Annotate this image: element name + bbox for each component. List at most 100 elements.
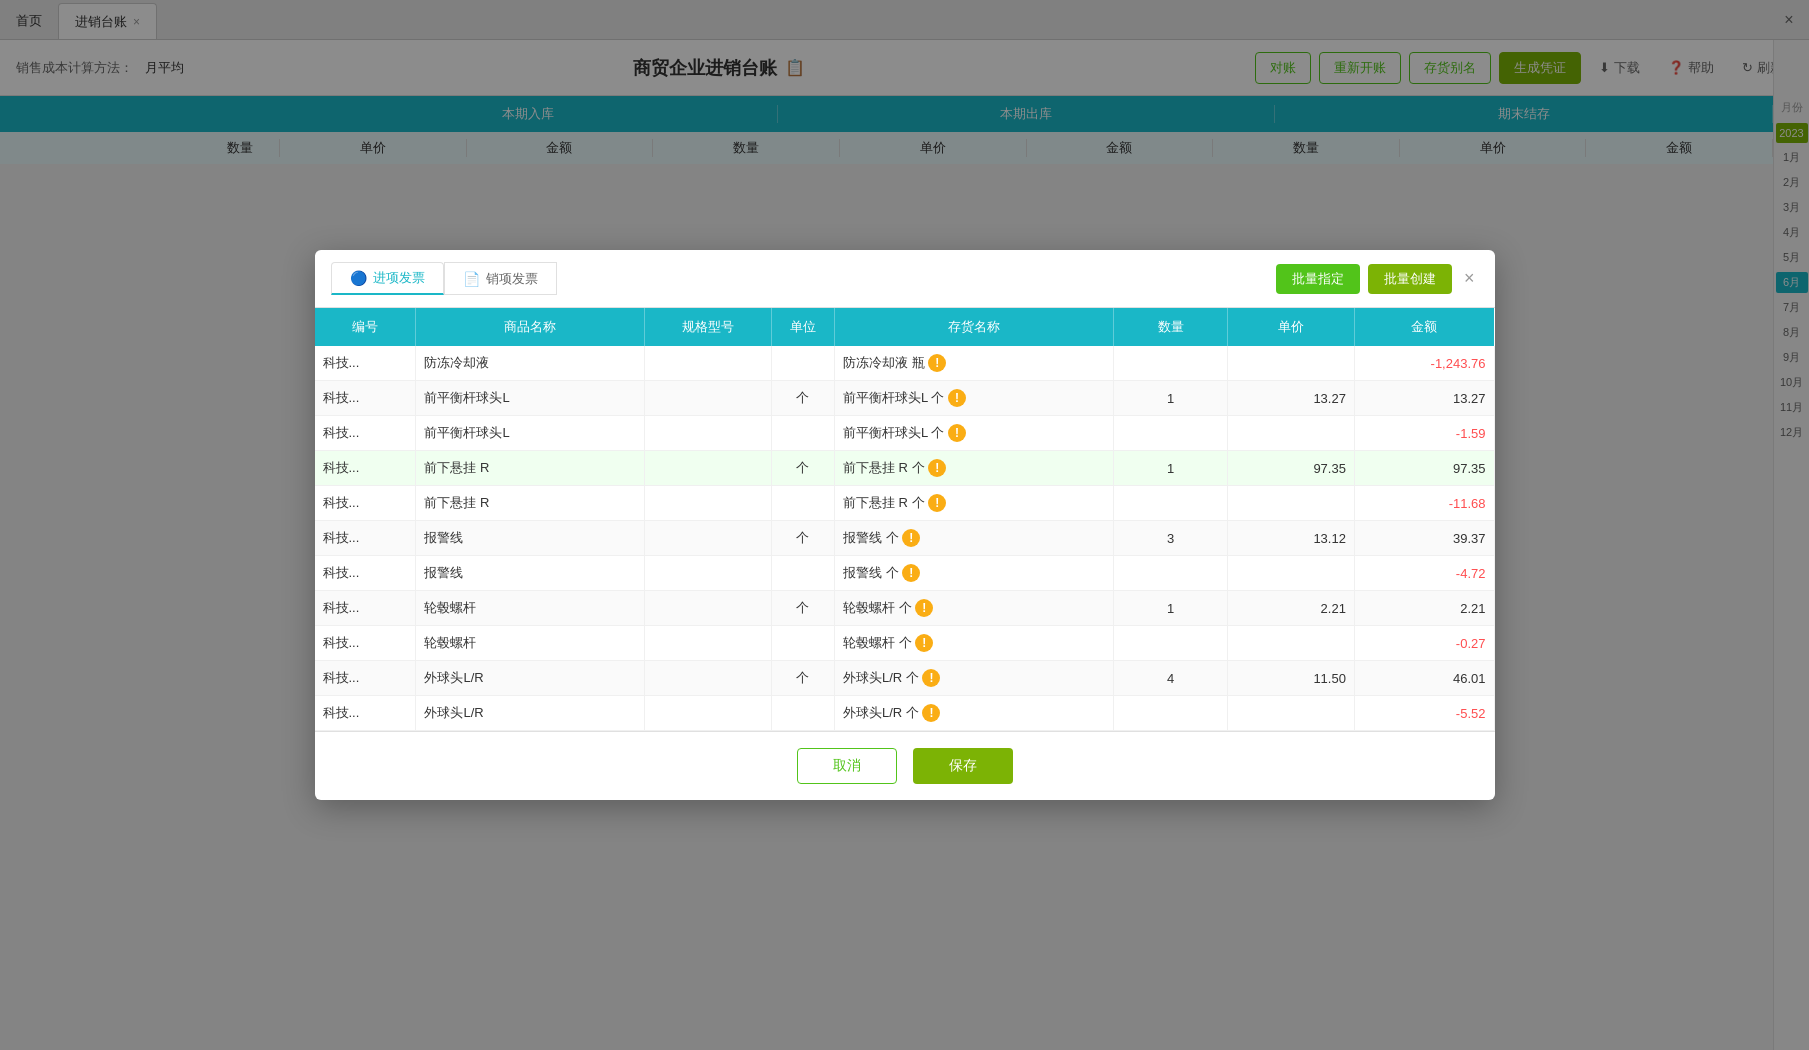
cell-name: 前平衡杆球头L (416, 416, 644, 451)
tab-inbound-invoice[interactable]: 🔵 进项发票 (331, 262, 444, 295)
table-row[interactable]: 科技... 轮毂螺杆 轮毂螺杆 个 ! -0.27 (315, 626, 1495, 661)
col-inventory-header: 存货名称 (834, 308, 1113, 346)
table-header-row: 编号 商品名称 规格型号 单位 存货名称 数量 单价 金额 (315, 308, 1495, 346)
cell-unit: 个 (771, 661, 834, 696)
col-spec-header: 规格型号 (644, 308, 771, 346)
cell-qty: 3 (1113, 521, 1227, 556)
modal-actions: 批量指定 批量创建 × (1276, 264, 1479, 294)
cell-id: 科技... (315, 591, 416, 626)
cell-unit (771, 626, 834, 661)
batch-assign-button[interactable]: 批量指定 (1276, 264, 1360, 294)
cell-spec (644, 416, 771, 451)
warning-icon: ! (915, 599, 933, 617)
col-id-header: 编号 (315, 308, 416, 346)
cell-unit (771, 416, 834, 451)
cell-name: 前平衡杆球头L (416, 381, 644, 416)
table-row[interactable]: 科技... 前平衡杆球头L 个 前平衡杆球头L 个 ! 1 13.27 13.2… (315, 381, 1495, 416)
table-row[interactable]: 科技... 报警线 报警线 个 ! -4.72 (315, 556, 1495, 591)
batch-create-button[interactable]: 批量创建 (1368, 264, 1452, 294)
cell-amount: 97.35 (1354, 451, 1494, 486)
cell-spec (644, 521, 771, 556)
cell-amount: 13.27 (1354, 381, 1494, 416)
cell-inventory: 报警线 个 ! (834, 521, 1113, 556)
cell-amount: -1.59 (1354, 416, 1494, 451)
cell-price (1228, 696, 1355, 731)
cell-inventory: 外球头L/R 个 ! (834, 696, 1113, 731)
warning-icon: ! (902, 564, 920, 582)
cell-amount: 46.01 (1354, 661, 1494, 696)
cell-qty (1113, 416, 1227, 451)
cell-id: 科技... (315, 381, 416, 416)
cell-amount: -4.72 (1354, 556, 1494, 591)
table-row[interactable]: 科技... 报警线 个 报警线 个 ! 3 13.12 39.37 (315, 521, 1495, 556)
cell-name: 轮毂螺杆 (416, 591, 644, 626)
warning-icon: ! (922, 704, 940, 722)
cell-inventory: 轮毂螺杆 个 ! (834, 626, 1113, 661)
warning-icon: ! (948, 389, 966, 407)
cell-spec (644, 451, 771, 486)
cell-unit (771, 346, 834, 381)
table-row[interactable]: 科技... 外球头L/R 外球头L/R 个 ! -5.52 (315, 696, 1495, 731)
cell-amount: -5.52 (1354, 696, 1494, 731)
cell-name: 防冻冷却液 (416, 346, 644, 381)
cell-inventory: 外球头L/R 个 ! (834, 661, 1113, 696)
cell-unit: 个 (771, 451, 834, 486)
cell-inventory: 报警线 个 ! (834, 556, 1113, 591)
cell-inventory: 前平衡杆球头L 个 ! (834, 416, 1113, 451)
cell-qty (1113, 486, 1227, 521)
cell-price: 13.27 (1228, 381, 1355, 416)
cancel-button[interactable]: 取消 (797, 748, 897, 784)
cell-price: 2.21 (1228, 591, 1355, 626)
modal-header: 🔵 进项发票 📄 销项发票 批量指定 批量创建 × (315, 250, 1495, 308)
col-amount-header: 金额 (1354, 308, 1494, 346)
tab-inbound-label: 进项发票 (373, 269, 425, 287)
cell-spec (644, 626, 771, 661)
cell-unit (771, 696, 834, 731)
warning-icon: ! (948, 424, 966, 442)
table-row[interactable]: 科技... 轮毂螺杆 个 轮毂螺杆 个 ! 1 2.21 2.21 (315, 591, 1495, 626)
cell-spec (644, 696, 771, 731)
modal-close-button[interactable]: × (1460, 268, 1479, 289)
col-qty-header: 数量 (1113, 308, 1227, 346)
cell-unit: 个 (771, 381, 834, 416)
modal-table-container[interactable]: 编号 商品名称 规格型号 单位 存货名称 数量 单价 金额 科技... 防冻冷却… (315, 308, 1495, 731)
table-row[interactable]: 科技... 前下悬挂 R 个 前下悬挂 R 个 ! 1 97.35 97.35 (315, 451, 1495, 486)
cell-price: 11.50 (1228, 661, 1355, 696)
cell-name: 报警线 (416, 521, 644, 556)
table-row[interactable]: 科技... 前平衡杆球头L 前平衡杆球头L 个 ! -1.59 (315, 416, 1495, 451)
invoice-table: 编号 商品名称 规格型号 单位 存货名称 数量 单价 金额 科技... 防冻冷却… (315, 308, 1495, 731)
cell-name: 轮毂螺杆 (416, 626, 644, 661)
invoice-modal: 🔵 进项发票 📄 销项发票 批量指定 批量创建 × 编号 (315, 250, 1495, 800)
cell-spec (644, 346, 771, 381)
cell-unit (771, 556, 834, 591)
cell-id: 科技... (315, 451, 416, 486)
cell-name: 前下悬挂 R (416, 486, 644, 521)
cell-inventory: 前下悬挂 R 个 ! (834, 486, 1113, 521)
cell-price (1228, 346, 1355, 381)
cell-qty: 4 (1113, 661, 1227, 696)
cell-spec (644, 661, 771, 696)
col-name-header: 商品名称 (416, 308, 644, 346)
cell-spec (644, 556, 771, 591)
cell-qty: 1 (1113, 381, 1227, 416)
cell-name: 外球头L/R (416, 661, 644, 696)
cell-inventory: 前平衡杆球头L 个 ! (834, 381, 1113, 416)
cell-unit (771, 486, 834, 521)
invoice-table-body: 科技... 防冻冷却液 防冻冷却液 瓶 ! -1,243.76 科技... 前平… (315, 346, 1495, 731)
cell-id: 科技... (315, 416, 416, 451)
table-row[interactable]: 科技... 前下悬挂 R 前下悬挂 R 个 ! -11.68 (315, 486, 1495, 521)
cell-price: 97.35 (1228, 451, 1355, 486)
table-row[interactable]: 科技... 外球头L/R 个 外球头L/R 个 ! 4 11.50 46.01 (315, 661, 1495, 696)
cell-id: 科技... (315, 696, 416, 731)
save-button[interactable]: 保存 (913, 748, 1013, 784)
cell-id: 科技... (315, 556, 416, 591)
table-row[interactable]: 科技... 防冻冷却液 防冻冷却液 瓶 ! -1,243.76 (315, 346, 1495, 381)
cell-id: 科技... (315, 486, 416, 521)
cell-amount: -1,243.76 (1354, 346, 1494, 381)
tab-outbound-invoice[interactable]: 📄 销项发票 (444, 262, 557, 295)
cell-amount: 39.37 (1354, 521, 1494, 556)
cell-name: 报警线 (416, 556, 644, 591)
cell-spec (644, 381, 771, 416)
cell-qty (1113, 626, 1227, 661)
cell-amount: -11.68 (1354, 486, 1494, 521)
